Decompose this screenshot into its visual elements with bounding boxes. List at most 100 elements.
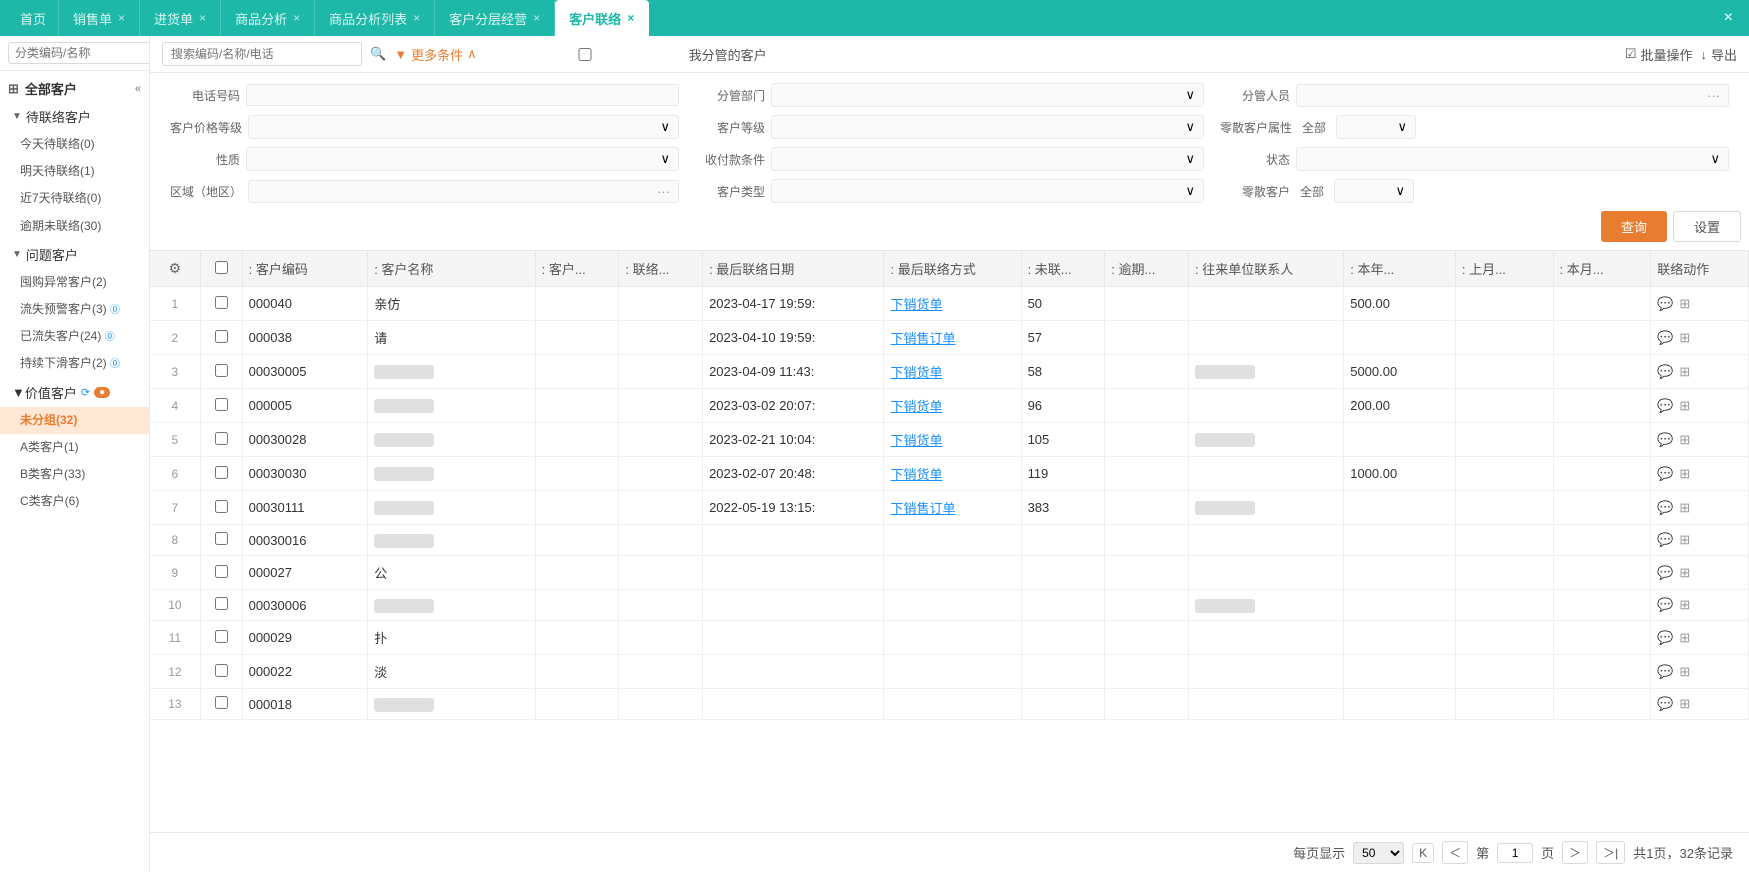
- tab-customer-tier[interactable]: 客户分层经营 ×: [435, 0, 555, 36]
- grid-action-icon[interactable]: ⊞: [1679, 432, 1690, 448]
- message-action-icon[interactable]: 💬: [1657, 532, 1673, 548]
- message-action-icon[interactable]: 💬: [1657, 630, 1673, 646]
- method-link[interactable]: 下销货单: [890, 399, 942, 414]
- manager-dotdot[interactable]: ···: [1707, 88, 1720, 103]
- sidebar-item-7days[interactable]: 近7天待联络(0): [0, 185, 149, 212]
- message-action-icon[interactable]: 💬: [1657, 398, 1673, 414]
- tab-customer-contact[interactable]: 客户联络 ×: [555, 0, 649, 36]
- tab-home[interactable]: 首页: [8, 0, 59, 36]
- row-checkbox[interactable]: [215, 597, 228, 610]
- tab-sales[interactable]: 销售单 ×: [59, 0, 140, 36]
- search-btn[interactable]: 🔍: [370, 46, 386, 62]
- first-page-btn[interactable]: K: [1412, 843, 1434, 863]
- message-action-icon[interactable]: 💬: [1657, 432, 1673, 448]
- method-link[interactable]: 下销货单: [890, 433, 942, 448]
- row-checkbox[interactable]: [215, 330, 228, 343]
- sidebar-group-pending[interactable]: ▼ 待联络客户: [0, 102, 149, 131]
- sidebar-item-tomorrow[interactable]: 明天待联络(1): [0, 158, 149, 185]
- page-input[interactable]: [1497, 843, 1533, 863]
- method-link[interactable]: 下销货单: [890, 467, 942, 482]
- sidebar-item-lost[interactable]: 已流失客户(24) ⓪: [0, 323, 149, 350]
- batch-operation-btn[interactable]: ☑ 批量操作: [1625, 45, 1693, 64]
- nature-select[interactable]: ∨: [246, 147, 679, 171]
- sidebar-group-problem[interactable]: ▼ 问题客户: [0, 240, 149, 269]
- method-link[interactable]: 下销售订单: [890, 331, 955, 346]
- query-button[interactable]: 查询: [1601, 211, 1667, 242]
- price-level-select[interactable]: ∨: [248, 115, 679, 139]
- sidebar-item-declining[interactable]: 持续下滑客户(2) ⓪: [0, 350, 149, 377]
- customer-level-select[interactable]: ∨: [771, 115, 1204, 139]
- sidebar-item-c[interactable]: C类客户(6): [0, 488, 149, 515]
- message-action-icon[interactable]: 💬: [1657, 500, 1673, 516]
- phone-input[interactable]: [246, 84, 679, 106]
- message-action-icon[interactable]: 💬: [1657, 330, 1673, 346]
- row-checkbox[interactable]: [215, 696, 228, 709]
- row-checkbox[interactable]: [215, 432, 228, 445]
- row-checkbox[interactable]: [215, 532, 228, 545]
- close-tab-purchase[interactable]: ×: [199, 11, 206, 25]
- sidebar-item-a[interactable]: A类客户(1): [0, 434, 149, 461]
- sidebar-item-ungroup[interactable]: 未分组(32): [0, 407, 149, 434]
- sidebar-item-overdue[interactable]: 逾期未联络(30): [0, 213, 149, 240]
- row-checkbox[interactable]: [215, 364, 228, 377]
- sidebar-all-customers[interactable]: ⊞ 全部客户 «: [0, 71, 149, 102]
- close-tab-sales[interactable]: ×: [118, 11, 125, 25]
- next-page-btn[interactable]: ＞: [1562, 841, 1588, 864]
- retail-attr-select[interactable]: ∨: [1336, 115, 1416, 139]
- tab-analysis-list[interactable]: 商品分析列表 ×: [315, 0, 435, 36]
- payment-select[interactable]: ∨: [771, 147, 1204, 171]
- refresh-icon[interactable]: ⟳: [81, 386, 90, 399]
- select-all-checkbox[interactable]: [215, 261, 228, 274]
- sidebar-search-input[interactable]: [8, 42, 150, 64]
- close-tab-analysis-list[interactable]: ×: [413, 11, 420, 25]
- sidebar-item-warning[interactable]: 流失预警客户(3) ⓪: [0, 296, 149, 323]
- more-conditions-btn[interactable]: ▼ 更多条件 ∧: [394, 45, 476, 64]
- prev-page-btn[interactable]: ＜: [1442, 841, 1468, 864]
- sidebar-item-b[interactable]: B类客户(33): [0, 461, 149, 488]
- close-all-tabs[interactable]: ×: [1716, 9, 1741, 27]
- method-link[interactable]: 下销售订单: [890, 501, 955, 516]
- row-checkbox[interactable]: [215, 565, 228, 578]
- my-customers-checkbox[interactable]: [485, 48, 685, 61]
- row-checkbox[interactable]: [215, 466, 228, 479]
- close-tab-analysis[interactable]: ×: [293, 11, 300, 25]
- tab-purchase[interactable]: 进货单 ×: [140, 0, 221, 36]
- grid-action-icon[interactable]: ⊞: [1679, 664, 1690, 680]
- customer-type-select[interactable]: ∨: [771, 179, 1204, 203]
- grid-action-icon[interactable]: ⊞: [1679, 565, 1690, 581]
- grid-action-icon[interactable]: ⊞: [1679, 597, 1690, 613]
- retail-customer-select[interactable]: ∨: [1334, 179, 1414, 203]
- row-checkbox[interactable]: [215, 630, 228, 643]
- grid-action-icon[interactable]: ⊞: [1679, 532, 1690, 548]
- search-input[interactable]: [162, 42, 362, 66]
- grid-action-icon[interactable]: ⊞: [1679, 296, 1690, 312]
- grid-action-icon[interactable]: ⊞: [1679, 696, 1690, 712]
- message-action-icon[interactable]: 💬: [1657, 466, 1673, 482]
- sidebar-item-today[interactable]: 今天待联络(0): [0, 131, 149, 158]
- close-tab-customer-contact[interactable]: ×: [627, 11, 634, 25]
- my-customers-checkbox-label[interactable]: 我分管的客户: [485, 45, 767, 64]
- message-action-icon[interactable]: 💬: [1657, 565, 1673, 581]
- row-checkbox[interactable]: [215, 664, 228, 677]
- status-select[interactable]: ∨: [1296, 147, 1729, 171]
- last-page-btn[interactable]: ＞|: [1596, 841, 1625, 864]
- message-action-icon[interactable]: 💬: [1657, 296, 1673, 312]
- row-checkbox[interactable]: [215, 398, 228, 411]
- grid-action-icon[interactable]: ⊞: [1679, 630, 1690, 646]
- sidebar-item-abnormal[interactable]: 囤购异常客户(2): [0, 269, 149, 296]
- export-btn[interactable]: ↓ 导出: [1700, 45, 1737, 64]
- manager-input[interactable]: ···: [1296, 84, 1729, 107]
- close-tab-customer-tier[interactable]: ×: [533, 11, 540, 25]
- settings-icon[interactable]: ⚙: [169, 260, 182, 277]
- row-checkbox[interactable]: [215, 500, 228, 513]
- grid-action-icon[interactable]: ⊞: [1679, 500, 1690, 516]
- grid-action-icon[interactable]: ⊞: [1679, 398, 1690, 414]
- message-action-icon[interactable]: 💬: [1657, 664, 1673, 680]
- reset-button[interactable]: 设置: [1673, 211, 1741, 242]
- row-checkbox[interactable]: [215, 296, 228, 309]
- per-page-select[interactable]: 50 100: [1353, 842, 1404, 864]
- method-link[interactable]: 下销货单: [890, 297, 942, 312]
- sidebar-group-value[interactable]: ▼ 价值客户 ⟳ ●: [0, 378, 149, 407]
- message-action-icon[interactable]: 💬: [1657, 696, 1673, 712]
- tab-analysis[interactable]: 商品分析 ×: [221, 0, 315, 36]
